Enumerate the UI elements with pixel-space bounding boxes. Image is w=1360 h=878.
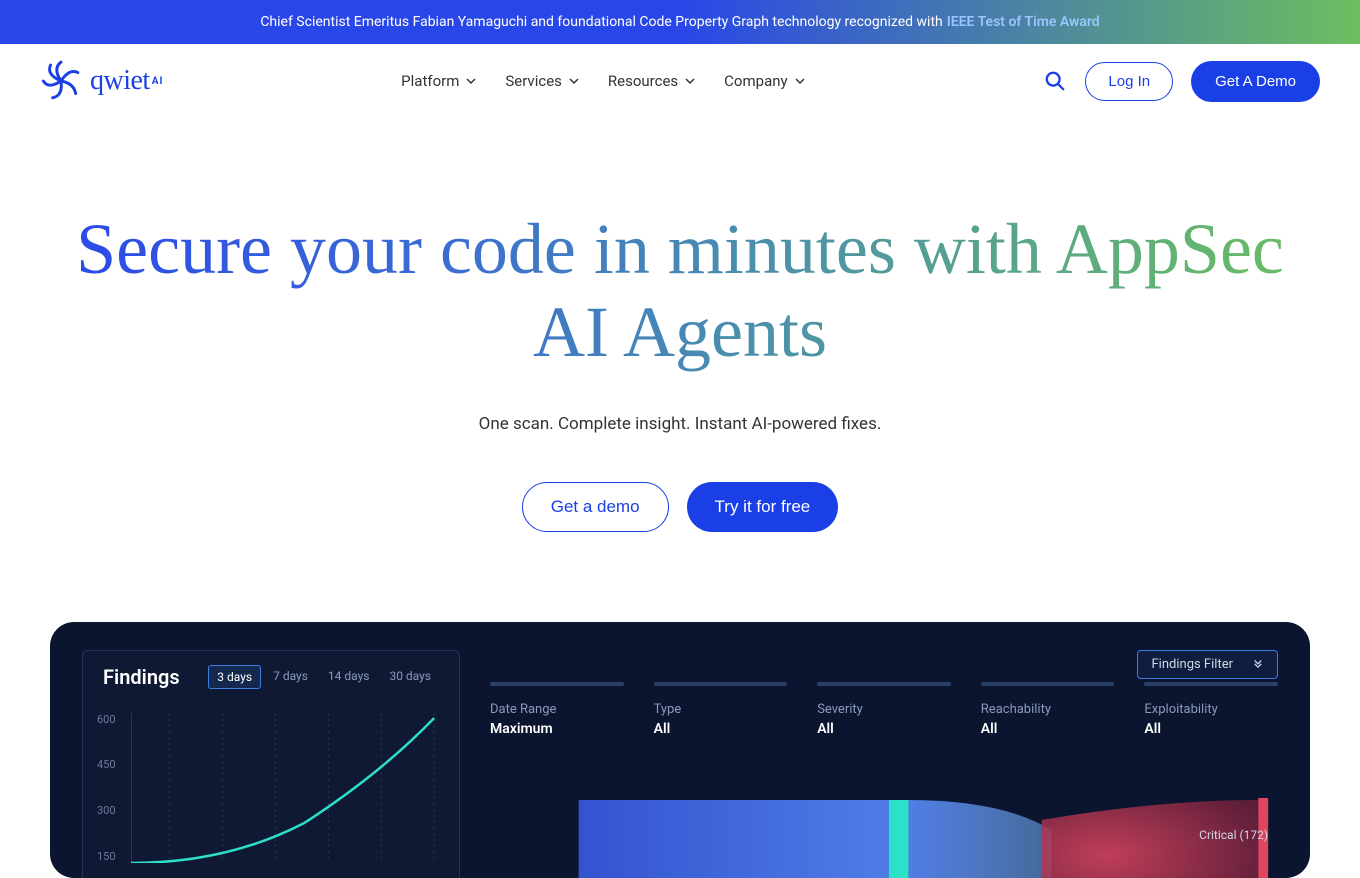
- header-actions: Log In Get A Demo: [1043, 61, 1320, 102]
- time-tab-3days[interactable]: 3 days: [208, 665, 261, 689]
- y-axis: 600 450 300 150: [97, 713, 116, 863]
- nav-label: Resources: [608, 72, 678, 90]
- findings-chart: 600 450 300 150: [131, 713, 439, 863]
- nav-label: Services: [505, 72, 562, 90]
- filter-value: All: [817, 721, 951, 737]
- time-tab-7days[interactable]: 7 days: [265, 665, 316, 689]
- announcement-bar[interactable]: Chief Scientist Emeritus Fabian Yamaguch…: [0, 0, 1360, 44]
- critical-label: Critical (172): [1199, 828, 1268, 842]
- chevron-down-icon: [568, 75, 580, 87]
- time-tabs: 3 days 7 days 14 days 30 days: [208, 665, 439, 689]
- filter-value: All: [981, 721, 1115, 737]
- site-header: qwiet AI Platform Services Resources Com…: [0, 44, 1360, 118]
- filter-label: Date Range: [490, 702, 624, 717]
- filter-label: Exploitability: [1144, 702, 1278, 717]
- logo-sup: AI: [152, 76, 164, 87]
- filter-label: Severity: [817, 702, 951, 717]
- hero-title: Secure your code in minutes with AppSec …: [40, 208, 1320, 374]
- y-tick: 600: [97, 713, 116, 726]
- hero-subtitle: One scan. Complete insight. Instant AI-p…: [40, 414, 1320, 434]
- get-demo-button[interactable]: Get A Demo: [1191, 61, 1320, 102]
- filter-col-date-range[interactable]: Date Range Maximum: [490, 682, 624, 737]
- chevron-down-icon: [1253, 658, 1263, 671]
- filter-col-exploitability[interactable]: Exploitability All: [1144, 682, 1278, 737]
- logo-swirl-icon: [40, 60, 82, 102]
- filter-button-label: Findings Filter: [1152, 657, 1234, 672]
- hero-try-button[interactable]: Try it for free: [687, 482, 839, 532]
- logo-text: qwiet: [90, 65, 150, 97]
- filter-columns: Date Range Maximum Type All Severity All…: [490, 682, 1278, 737]
- filter-value: All: [654, 721, 788, 737]
- chevron-down-icon: [465, 75, 477, 87]
- filter-value: All: [1144, 721, 1278, 737]
- hero-demo-button[interactable]: Get a demo: [522, 482, 669, 532]
- sankey-diagram: [490, 780, 1278, 878]
- announcement-link[interactable]: IEEE Test of Time Award: [947, 14, 1100, 30]
- y-tick: 300: [97, 804, 116, 817]
- hero-section: Secure your code in minutes with AppSec …: [0, 118, 1360, 592]
- main-nav: Platform Services Resources Company: [401, 72, 805, 90]
- filter-col-type[interactable]: Type All: [654, 682, 788, 737]
- logo[interactable]: qwiet AI: [40, 60, 163, 102]
- announcement-text: Chief Scientist Emeritus Fabian Yamaguch…: [260, 14, 942, 30]
- findings-title: Findings: [103, 665, 180, 689]
- y-tick: 150: [97, 850, 116, 863]
- chevron-down-icon: [794, 75, 806, 87]
- filter-label: Type: [654, 702, 788, 717]
- time-tab-30days[interactable]: 30 days: [381, 665, 439, 689]
- filter-label: Reachability: [981, 702, 1115, 717]
- filters-panel: Findings Filter Date Range Maximum Type …: [490, 650, 1278, 878]
- dashboard-preview: Findings 3 days 7 days 14 days 30 days 6…: [50, 622, 1310, 878]
- nav-label: Platform: [401, 72, 459, 90]
- findings-panel: Findings 3 days 7 days 14 days 30 days 6…: [82, 650, 460, 878]
- search-icon[interactable]: [1043, 69, 1067, 93]
- filter-col-severity[interactable]: Severity All: [817, 682, 951, 737]
- y-tick: 450: [97, 758, 116, 771]
- findings-filter-button[interactable]: Findings Filter: [1137, 650, 1279, 679]
- time-tab-14days[interactable]: 14 days: [320, 665, 378, 689]
- hero-actions: Get a demo Try it for free: [40, 482, 1320, 532]
- chevron-down-icon: [684, 75, 696, 87]
- filter-col-reachability[interactable]: Reachability All: [981, 682, 1115, 737]
- nav-item-resources[interactable]: Resources: [608, 72, 696, 90]
- filter-value: Maximum: [490, 721, 624, 737]
- nav-item-services[interactable]: Services: [505, 72, 580, 90]
- nav-item-company[interactable]: Company: [724, 72, 805, 90]
- nav-label: Company: [724, 72, 787, 90]
- login-button[interactable]: Log In: [1085, 62, 1173, 101]
- nav-item-platform[interactable]: Platform: [401, 72, 477, 90]
